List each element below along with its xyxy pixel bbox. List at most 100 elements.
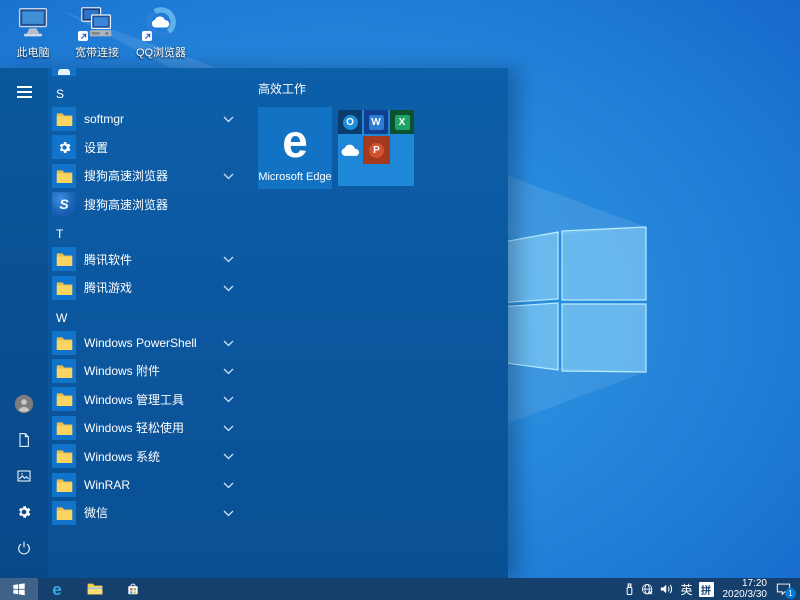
chevron-down-icon[interactable] bbox=[223, 340, 234, 347]
outlook-logo-icon: O bbox=[343, 115, 358, 130]
taskbar-file-explorer-button[interactable] bbox=[76, 578, 114, 600]
chevron-down-icon[interactable] bbox=[223, 510, 234, 517]
ime-mode-icon: 拼 bbox=[699, 582, 714, 597]
folder-icon bbox=[52, 107, 76, 131]
app-item[interactable]: S 搜狗高速浏览器 bbox=[48, 192, 248, 216]
chevron-down-icon[interactable] bbox=[223, 482, 234, 489]
store-icon bbox=[126, 582, 140, 596]
app-item[interactable]: 搜狗高速浏览器 bbox=[48, 164, 248, 188]
desktop-icon-label: 宽带连接 bbox=[75, 44, 119, 60]
app-item-label: 搜狗高速浏览器 bbox=[84, 196, 168, 213]
desktop-icon-broadband[interactable]: 宽带连接 bbox=[66, 4, 128, 60]
taskbar-edge-button[interactable]: e bbox=[38, 578, 76, 600]
app-item-label: Windows 附件 bbox=[84, 362, 160, 379]
app-item[interactable]: 微信 bbox=[48, 501, 248, 525]
tile-group-title[interactable]: 高效工作 bbox=[258, 80, 306, 97]
rail-bottom bbox=[0, 386, 48, 566]
section-header-W[interactable]: W bbox=[48, 310, 248, 326]
edge-tile-label: Microsoft Edge bbox=[258, 171, 332, 183]
app-item[interactable]: 腾讯游戏 bbox=[48, 276, 248, 300]
desktop-icon-label: 此电脑 bbox=[17, 44, 50, 60]
app-item[interactable]: WinRAR bbox=[48, 473, 248, 497]
desktop-icon-label: QQ浏览器 bbox=[136, 44, 186, 60]
tile-outlook[interactable]: O bbox=[338, 110, 362, 134]
app-item[interactable]: Windows 管理工具 bbox=[48, 387, 248, 411]
desktop-icon-area: 此电脑 宽带连接 QQ浏览器 bbox=[2, 4, 194, 60]
tile-word[interactable]: W bbox=[364, 110, 388, 134]
office-tile-group: OWXP bbox=[338, 110, 414, 186]
app-item[interactable]: Windows 轻松使用 bbox=[48, 416, 248, 440]
app-item-label: Windows PowerShell bbox=[84, 336, 197, 350]
app-item-label: Windows 系统 bbox=[84, 448, 160, 465]
app-item[interactable]: softmgr bbox=[48, 107, 248, 131]
chevron-down-icon[interactable] bbox=[223, 285, 234, 292]
clipped-app-tile[interactable] bbox=[52, 68, 76, 76]
folder-icon bbox=[52, 501, 76, 525]
chevron-down-icon[interactable] bbox=[223, 256, 234, 263]
notification-count-badge: 1 bbox=[785, 588, 796, 599]
desktop-icon-qq-browser[interactable]: QQ浏览器 bbox=[130, 4, 192, 60]
folder-icon bbox=[52, 416, 76, 440]
speaker-icon bbox=[660, 583, 674, 595]
app-item[interactable]: Windows PowerShell bbox=[48, 331, 248, 355]
settings-button[interactable] bbox=[0, 494, 48, 530]
pictures-icon bbox=[16, 468, 32, 484]
tiles-pane: 高效工作 e Microsoft Edge OWXP bbox=[248, 68, 508, 578]
ime-mode-button[interactable]: 拼 bbox=[696, 578, 717, 600]
power-button[interactable] bbox=[0, 530, 48, 566]
edge-logo-icon: e bbox=[258, 115, 332, 167]
section-header-T[interactable]: T bbox=[48, 226, 248, 242]
network-tray-button[interactable] bbox=[638, 578, 657, 600]
tile-onedrive[interactable] bbox=[338, 138, 362, 162]
this-pc-icon bbox=[14, 4, 52, 42]
app-item[interactable]: Windows 系统 bbox=[48, 444, 248, 468]
tile-powerpoint[interactable]: P bbox=[363, 136, 390, 164]
user-account-button[interactable] bbox=[0, 386, 48, 422]
app-item-label: 微信 bbox=[84, 504, 108, 521]
app-item[interactable]: Windows 附件 bbox=[48, 359, 248, 383]
folder-icon bbox=[52, 247, 76, 271]
taskbar-store-button[interactable] bbox=[114, 578, 152, 600]
app-item[interactable]: 腾讯软件 bbox=[48, 247, 248, 271]
folder-icon bbox=[52, 359, 76, 383]
app-item-label: Windows 轻松使用 bbox=[84, 419, 184, 436]
shortcut-arrow-icon bbox=[78, 31, 88, 41]
app-item-label: softmgr bbox=[84, 112, 124, 126]
document-icon bbox=[16, 432, 32, 448]
qq-browser-icon bbox=[142, 4, 180, 42]
folder-icon bbox=[52, 387, 76, 411]
chevron-down-icon[interactable] bbox=[223, 425, 234, 432]
folder-icon bbox=[52, 331, 76, 355]
desktop-icon-this-pc[interactable]: 此电脑 bbox=[2, 4, 64, 60]
chevron-down-icon[interactable] bbox=[223, 396, 234, 403]
chevron-down-icon[interactable] bbox=[223, 368, 234, 375]
tile-excel[interactable]: X bbox=[390, 110, 414, 134]
power-icon bbox=[16, 540, 32, 556]
tile-microsoft-edge[interactable]: e Microsoft Edge bbox=[258, 107, 332, 189]
ime-language-button[interactable]: 英 bbox=[677, 578, 695, 600]
action-center-button[interactable]: 1 bbox=[773, 578, 794, 600]
app-item[interactable]: 设置 bbox=[48, 135, 248, 159]
volume-tray-button[interactable] bbox=[657, 578, 677, 600]
broadband-icon bbox=[78, 4, 116, 42]
app-item-label: 设置 bbox=[84, 139, 108, 156]
chevron-down-icon[interactable] bbox=[223, 173, 234, 180]
taskbar: e bbox=[0, 578, 800, 600]
settings-gear-icon bbox=[52, 135, 76, 159]
folder-icon bbox=[52, 276, 76, 300]
pictures-button[interactable] bbox=[0, 458, 48, 494]
edge-icon: e bbox=[52, 581, 61, 598]
chevron-down-icon[interactable] bbox=[223, 453, 234, 460]
start-button[interactable] bbox=[0, 578, 38, 600]
folder-icon bbox=[52, 473, 76, 497]
chevron-down-icon[interactable] bbox=[223, 116, 234, 123]
sogou-browser-icon: S bbox=[52, 192, 76, 216]
taskbar-clock[interactable]: 17:20 2020/3/30 bbox=[717, 578, 774, 600]
documents-button[interactable] bbox=[0, 422, 48, 458]
app-item-label: WinRAR bbox=[84, 478, 130, 492]
usb-device-tray-button[interactable] bbox=[621, 578, 638, 600]
section-header-S[interactable]: S bbox=[48, 86, 248, 102]
expand-menu-button[interactable] bbox=[0, 78, 48, 106]
app-list: Ssoftmgr 设置搜狗高速浏览器 S 搜狗高速浏览器 T 腾讯软件腾讯游戏 W Windo… bbox=[48, 68, 248, 578]
desktop: 此电脑 宽带连接 QQ浏览器 bbox=[0, 0, 800, 600]
